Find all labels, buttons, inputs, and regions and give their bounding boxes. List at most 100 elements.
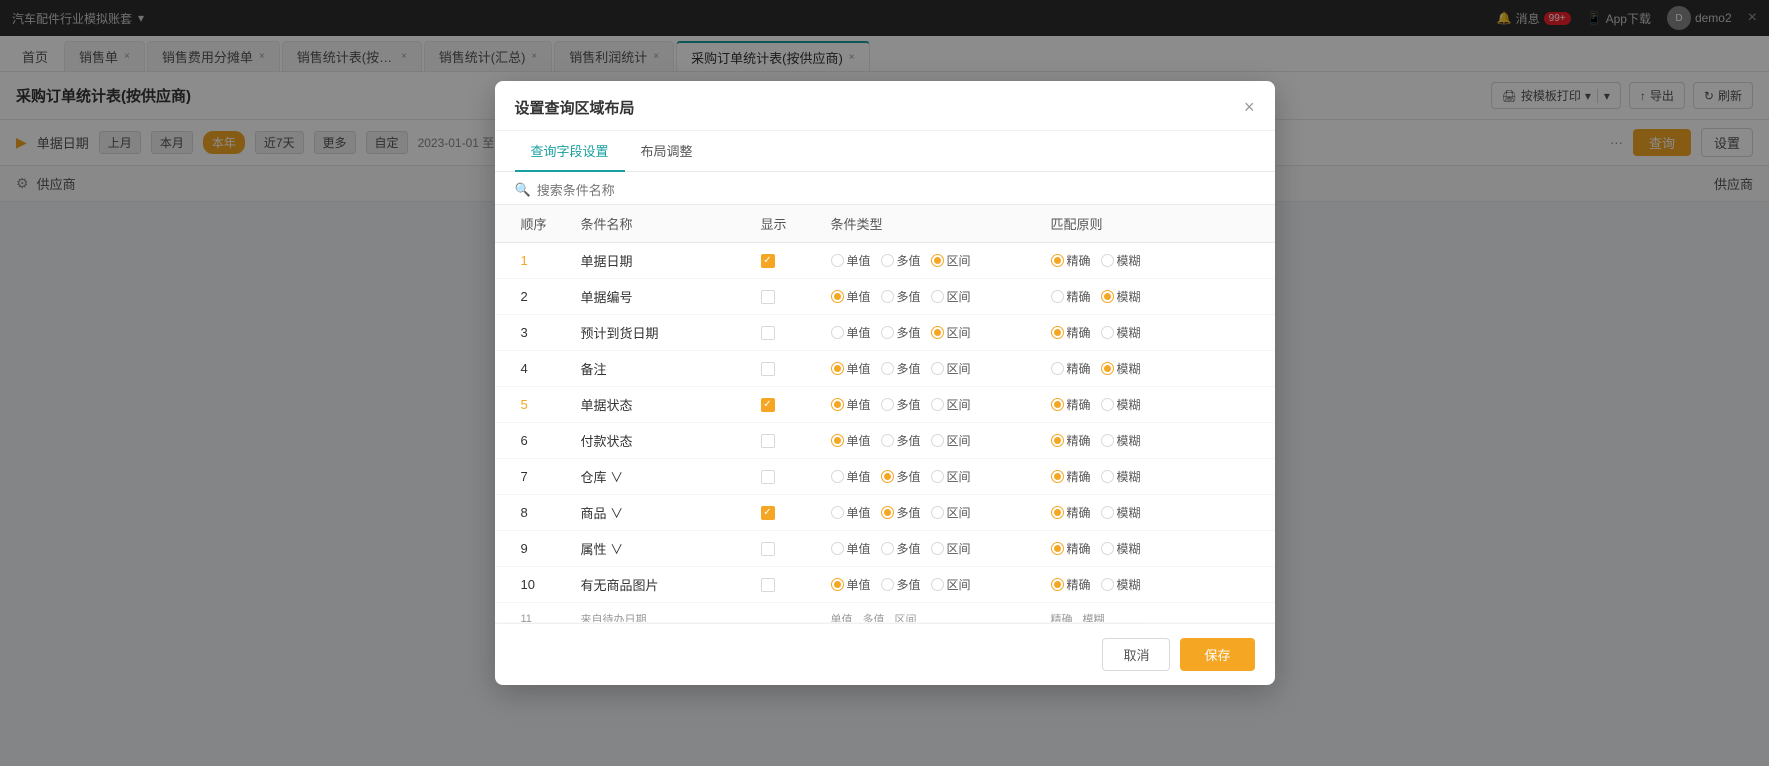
radio-btn[interactable]	[1051, 470, 1064, 483]
radio-multi[interactable]: 多值	[881, 540, 921, 557]
checkbox[interactable]	[761, 254, 775, 268]
cell-display[interactable]	[755, 534, 825, 564]
radio-btn[interactable]	[1101, 254, 1114, 267]
radio-btn[interactable]	[1101, 542, 1114, 555]
radio-exact[interactable]: 精确	[1051, 468, 1091, 485]
radio-multi[interactable]: 多值	[881, 396, 921, 413]
checkbox[interactable]	[761, 326, 775, 340]
cell-display[interactable]	[755, 282, 825, 312]
cell-display[interactable]	[755, 318, 825, 348]
radio-multi[interactable]: 多值	[881, 432, 921, 449]
radio-btn[interactable]	[831, 254, 844, 267]
radio-fuzzy[interactable]: 模糊	[1101, 432, 1141, 449]
radio-btn[interactable]	[931, 290, 944, 303]
radio-btn[interactable]	[1101, 578, 1114, 591]
radio-exact[interactable]: 精确	[1051, 360, 1091, 377]
radio-btn[interactable]	[931, 326, 944, 339]
radio-btn[interactable]	[1051, 254, 1064, 267]
radio-btn[interactable]	[1101, 326, 1114, 339]
radio-single[interactable]: 单值	[831, 540, 871, 557]
radio-btn[interactable]	[1101, 290, 1114, 303]
radio-single[interactable]: 单值	[831, 468, 871, 485]
radio-btn[interactable]	[831, 506, 844, 519]
radio-multi[interactable]: 多值	[881, 360, 921, 377]
radio-btn[interactable]	[881, 506, 894, 519]
radio-single[interactable]: 单值	[831, 576, 871, 593]
radio-btn[interactable]	[831, 398, 844, 411]
cancel-button[interactable]: 取消	[1102, 638, 1170, 671]
radio-btn[interactable]	[881, 254, 894, 267]
radio-range[interactable]: 区间	[931, 576, 971, 593]
cell-display[interactable]	[755, 426, 825, 456]
radio-btn[interactable]	[1051, 326, 1064, 339]
radio-fuzzy[interactable]: 模糊	[1101, 468, 1141, 485]
radio-single[interactable]: 单值	[831, 324, 871, 341]
radio-btn[interactable]	[931, 470, 944, 483]
radio-single[interactable]: 单值	[831, 396, 871, 413]
checkbox[interactable]	[761, 290, 775, 304]
dialog-tab-layout[interactable]: 布局调整	[625, 131, 709, 172]
cell-display[interactable]	[755, 570, 825, 600]
radio-single[interactable]: 单值	[831, 432, 871, 449]
radio-btn[interactable]	[1051, 578, 1064, 591]
checkbox[interactable]	[761, 434, 775, 448]
radio-btn[interactable]	[931, 542, 944, 555]
radio-btn[interactable]	[1051, 434, 1064, 447]
radio-range[interactable]: 区间	[931, 360, 971, 377]
radio-btn[interactable]	[1101, 506, 1114, 519]
checkbox[interactable]	[761, 398, 775, 412]
radio-range[interactable]: 区间	[931, 504, 971, 521]
dialog-tab-query[interactable]: 查询字段设置	[515, 131, 625, 172]
cell-display[interactable]	[755, 246, 825, 276]
radio-btn[interactable]	[931, 398, 944, 411]
radio-exact[interactable]: 精确	[1051, 576, 1091, 593]
radio-exact[interactable]: 精确	[1051, 396, 1091, 413]
radio-btn[interactable]	[1101, 398, 1114, 411]
radio-fuzzy[interactable]: 模糊	[1101, 540, 1141, 557]
radio-btn[interactable]	[831, 434, 844, 447]
radio-btn[interactable]	[881, 326, 894, 339]
radio-btn[interactable]	[1101, 362, 1114, 375]
radio-btn[interactable]	[831, 470, 844, 483]
radio-fuzzy[interactable]: 模糊	[1101, 288, 1141, 305]
radio-btn[interactable]	[1051, 398, 1064, 411]
radio-btn[interactable]	[831, 290, 844, 303]
radio-multi[interactable]: 多值	[881, 324, 921, 341]
radio-range[interactable]: 区间	[931, 252, 971, 269]
radio-btn[interactable]	[831, 542, 844, 555]
radio-fuzzy[interactable]: 模糊	[1101, 324, 1141, 341]
checkbox[interactable]	[761, 578, 775, 592]
radio-btn[interactable]	[831, 326, 844, 339]
radio-exact[interactable]: 精确	[1051, 288, 1091, 305]
radio-btn[interactable]	[1051, 506, 1064, 519]
radio-range[interactable]: 区间	[931, 540, 971, 557]
radio-range[interactable]: 区间	[931, 468, 971, 485]
search-input[interactable]	[537, 183, 737, 198]
radio-btn[interactable]	[1101, 470, 1114, 483]
dialog-overlay[interactable]: 设置查询区域布局 × 查询字段设置 布局调整 🔍 顺序 条件名称 显示 条件类型…	[0, 0, 1769, 766]
radio-btn[interactable]	[1101, 434, 1114, 447]
radio-single[interactable]: 单值	[831, 252, 871, 269]
radio-multi[interactable]: 多值	[881, 576, 921, 593]
radio-btn[interactable]	[881, 362, 894, 375]
radio-fuzzy[interactable]: 模糊	[1101, 360, 1141, 377]
cell-display[interactable]	[755, 390, 825, 420]
radio-btn[interactable]	[931, 254, 944, 267]
radio-multi[interactable]: 多值	[881, 468, 921, 485]
radio-range[interactable]: 区间	[931, 324, 971, 341]
radio-exact[interactable]: 精确	[1051, 252, 1091, 269]
radio-btn[interactable]	[931, 506, 944, 519]
radio-multi[interactable]: 多值	[881, 252, 921, 269]
radio-range[interactable]: 区间	[931, 396, 971, 413]
radio-btn[interactable]	[831, 362, 844, 375]
radio-btn[interactable]	[931, 578, 944, 591]
radio-btn[interactable]	[881, 434, 894, 447]
radio-btn[interactable]	[881, 398, 894, 411]
cell-display[interactable]	[755, 462, 825, 492]
radio-btn[interactable]	[1051, 542, 1064, 555]
dialog-close-button[interactable]: ×	[1244, 97, 1255, 118]
radio-exact[interactable]: 精确	[1051, 540, 1091, 557]
radio-multi[interactable]: 多值	[881, 504, 921, 521]
radio-exact[interactable]: 精确	[1051, 504, 1091, 521]
radio-fuzzy[interactable]: 模糊	[1101, 576, 1141, 593]
